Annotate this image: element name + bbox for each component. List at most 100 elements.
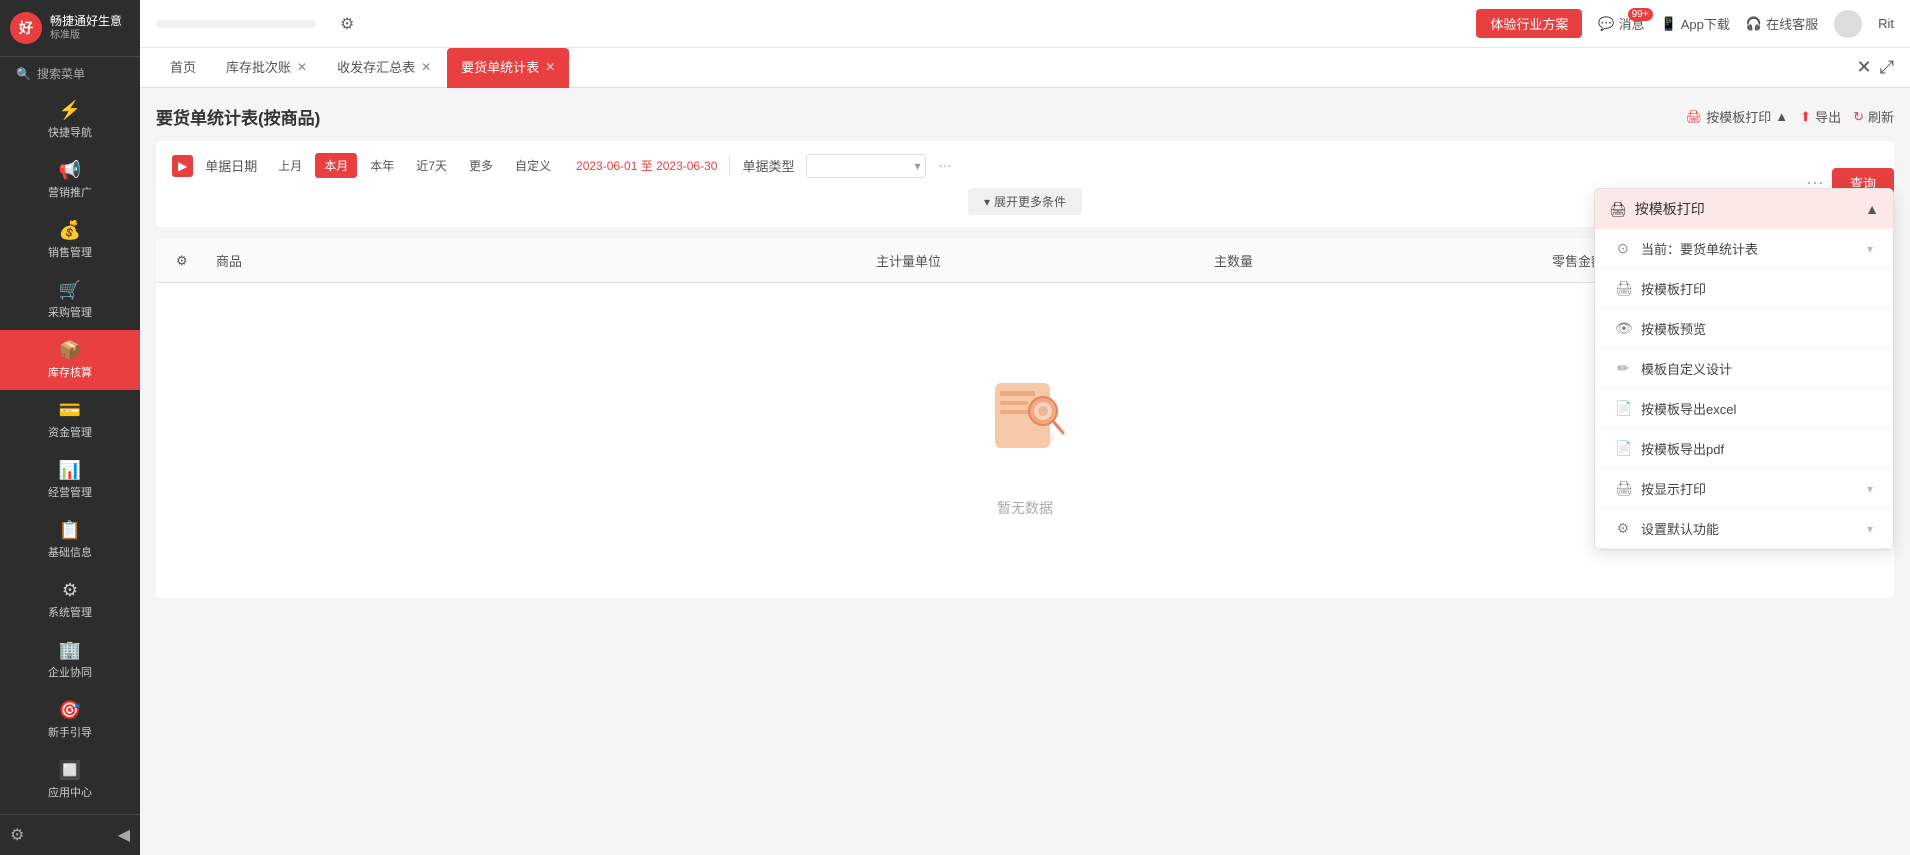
- finance-icon: 💳: [59, 400, 81, 421]
- template-excel-icon: 📄: [1615, 400, 1631, 417]
- print-action-button[interactable]: 🖨 按模板打印 ▲: [1686, 107, 1788, 126]
- tab-close-inventory-batch[interactable]: ✕: [297, 60, 307, 74]
- page-actions: 🖨 按模板打印 ▲ ⬆ 导出 ↻ 刷新: [1686, 107, 1894, 126]
- appstore-icon: 🔲: [59, 760, 81, 781]
- expand-tab-button[interactable]: ⤢: [1880, 57, 1894, 78]
- app-download-item[interactable]: 📱 App下载: [1661, 14, 1730, 33]
- tab-order-stats[interactable]: 要货单统计表✕: [447, 48, 569, 88]
- dropdown-item-default-func[interactable]: ⚙ 设置默认功能 ▾: [1595, 509, 1893, 549]
- filter-toggle-button[interactable]: ▶: [172, 155, 193, 177]
- date-btn-7days[interactable]: 近7天: [407, 153, 456, 178]
- dropdown-item-template-excel[interactable]: 📄 按模板导出excel: [1595, 389, 1893, 429]
- print-icon: 🖨: [1686, 109, 1703, 125]
- dropdown-item-display-print[interactable]: 🖨 按显示打印 ▾: [1595, 469, 1893, 509]
- doc-type-select-wrapper: [806, 154, 926, 178]
- export-action-button[interactable]: ⬆ 导出: [1800, 107, 1841, 126]
- current-template-icon: ⊙: [1615, 240, 1631, 257]
- sidebar-bottom: ⚙ ◀: [0, 814, 140, 855]
- topbar-gear-icon[interactable]: ⚙: [340, 14, 354, 34]
- date-btn-curr[interactable]: 本月: [315, 153, 357, 178]
- sidebar-item-sales[interactable]: 💰 销售管理: [0, 210, 140, 270]
- sidebar-item-purchase[interactable]: 🛒 采购管理: [0, 270, 140, 330]
- th-unit: 主计量单位: [868, 251, 1206, 270]
- system-icon: ⚙: [62, 580, 78, 601]
- date-btn-prev[interactable]: 上月: [269, 153, 311, 178]
- topbar-search-display: [156, 20, 316, 28]
- sidebar-item-appstore[interactable]: 🔲 应用中心: [0, 750, 140, 810]
- sidebar-item-basic[interactable]: 📋 基础信息: [0, 510, 140, 570]
- purchase-icon: 🛒: [59, 280, 81, 301]
- headset-icon: 🎧: [1746, 16, 1762, 32]
- refresh-icon: ↻: [1853, 109, 1864, 125]
- template-pdf-icon: 📄: [1615, 440, 1631, 457]
- message-item[interactable]: 💬 消息 99+: [1598, 14, 1644, 33]
- sidebar-item-newbie[interactable]: 🎯 新手引导: [0, 690, 140, 750]
- topbar-right: 💬 消息 99+ 📱 App下载 🎧 在线客服 Rit: [1598, 10, 1894, 38]
- th-product: 商品: [208, 251, 868, 270]
- dropdown-item-template-preview[interactable]: 👁 按模板预览: [1595, 309, 1893, 349]
- newbie-icon: 🎯: [59, 700, 81, 721]
- empty-text: 暂无数据: [997, 498, 1053, 518]
- sidebar-item-quick-nav[interactable]: ⚡ 快捷导航: [0, 90, 140, 150]
- sidebar-nav: ⚡ 快捷导航 📢 营销推广 💰 销售管理 🛒 采购管理 📦 库存核算 💳 资金管…: [0, 90, 140, 814]
- sidebar-item-wechat[interactable]: 💬 企业微信: [0, 810, 140, 814]
- doc-type-select[interactable]: [806, 154, 926, 178]
- template-design-icon: ✏: [1615, 360, 1631, 377]
- tab-close-receipt-summary[interactable]: ✕: [421, 60, 431, 74]
- dropdown-item-template-print[interactable]: 🖨 按模板打印: [1595, 269, 1893, 309]
- tab-home[interactable]: 首页: [156, 48, 210, 88]
- refresh-action-button[interactable]: ↻ 刷新: [1853, 107, 1894, 126]
- sidebar-item-marketing[interactable]: 📢 营销推广: [0, 150, 140, 210]
- sidebar-item-corp[interactable]: 🏢 企业协同: [0, 630, 140, 690]
- corp-icon: 🏢: [59, 640, 81, 661]
- tab-controls: ✕ ⤢: [1857, 57, 1895, 78]
- expand-icon: ▾: [984, 195, 990, 209]
- content-area: 要货单统计表(按商品) 🖨 按模板打印 ▲ ⬆ 导出 ↻ 刷新: [140, 88, 1910, 855]
- dropdown-item-current[interactable]: ⊙ 当前：要货单统计表 ▾: [1595, 229, 1893, 269]
- date-btn-more[interactable]: 更多: [460, 153, 502, 178]
- dropdown-item-template-pdf[interactable]: 📄 按模板导出pdf: [1595, 429, 1893, 469]
- empty-illustration: [975, 363, 1075, 482]
- dropdown-header: 🖨 按模板打印 ▲: [1595, 189, 1893, 229]
- collapse-icon[interactable]: ◀: [118, 825, 130, 845]
- page-title: 要货单统计表(按商品): [156, 104, 320, 129]
- expand-filter-button[interactable]: ▾ 展开更多条件: [968, 188, 1082, 215]
- search-icon: 🔍: [16, 67, 31, 81]
- page-header: 要货单统计表(按商品) 🖨 按模板打印 ▲ ⬆ 导出 ↻ 刷新: [156, 104, 1894, 129]
- th-gear[interactable]: ⚙: [168, 253, 208, 269]
- topbar: ⚙ 体验行业方案 💬 消息 99+ 📱 App下载 🎧 在线客服 Rit: [140, 0, 1910, 48]
- sidebar-search[interactable]: 🔍 搜索菜单: [0, 57, 140, 90]
- default-func-icon: ⚙: [1615, 520, 1631, 537]
- logo-icon: 好: [10, 12, 42, 44]
- dropdown-chevron-icon[interactable]: ▲: [1865, 201, 1879, 217]
- user-avatar[interactable]: [1834, 10, 1862, 38]
- settings-icon[interactable]: ⚙: [10, 825, 24, 845]
- date-btn-custom[interactable]: 自定义: [506, 153, 560, 178]
- tab-close-order-stats[interactable]: ✕: [545, 60, 555, 74]
- trial-button[interactable]: 体验行业方案: [1476, 9, 1582, 38]
- sales-icon: 💰: [59, 220, 81, 241]
- dropdown-title: 🖨 按模板打印: [1609, 199, 1705, 219]
- display-print-arrow-icon: ▾: [1867, 482, 1873, 496]
- default-func-arrow-icon: ▾: [1867, 522, 1873, 536]
- sidebar: 好 畅捷通好生意 标准版 🔍 搜索菜单 ⚡ 快捷导航 📢 营销推广 💰 销售管理…: [0, 0, 140, 855]
- dropdown-item-template-design[interactable]: ✏ 模板自定义设计: [1595, 349, 1893, 389]
- sidebar-item-finance[interactable]: 💳 资金管理: [0, 390, 140, 450]
- doc-type-label: 单据类型: [742, 156, 794, 175]
- tab-inventory-batch[interactable]: 库存批次账✕: [212, 48, 321, 88]
- sidebar-item-system[interactable]: ⚙ 系统管理: [0, 570, 140, 630]
- online-service-item[interactable]: 🎧 在线客服: [1746, 14, 1818, 33]
- date-buttons: 上月本月本年近7天更多自定义: [269, 153, 560, 178]
- display-print-icon: 🖨: [1615, 480, 1631, 497]
- export-icon: ⬆: [1800, 109, 1811, 125]
- message-icon: 💬: [1598, 16, 1614, 32]
- close-tab-button[interactable]: ✕: [1857, 57, 1872, 78]
- more-options-icon[interactable]: ···: [938, 158, 951, 173]
- sidebar-item-operation[interactable]: 📊 经营管理: [0, 450, 140, 510]
- date-btn-year[interactable]: 本年: [361, 153, 403, 178]
- main-area: ⚙ 体验行业方案 💬 消息 99+ 📱 App下载 🎧 在线客服 Rit 首页库…: [140, 0, 1910, 855]
- marketing-icon: 📢: [59, 160, 81, 181]
- chevron-up-icon: ▲: [1775, 109, 1788, 124]
- sidebar-item-inventory[interactable]: 📦 库存核算: [0, 330, 140, 390]
- tab-receipt-summary[interactable]: 收发存汇总表✕: [323, 48, 445, 88]
